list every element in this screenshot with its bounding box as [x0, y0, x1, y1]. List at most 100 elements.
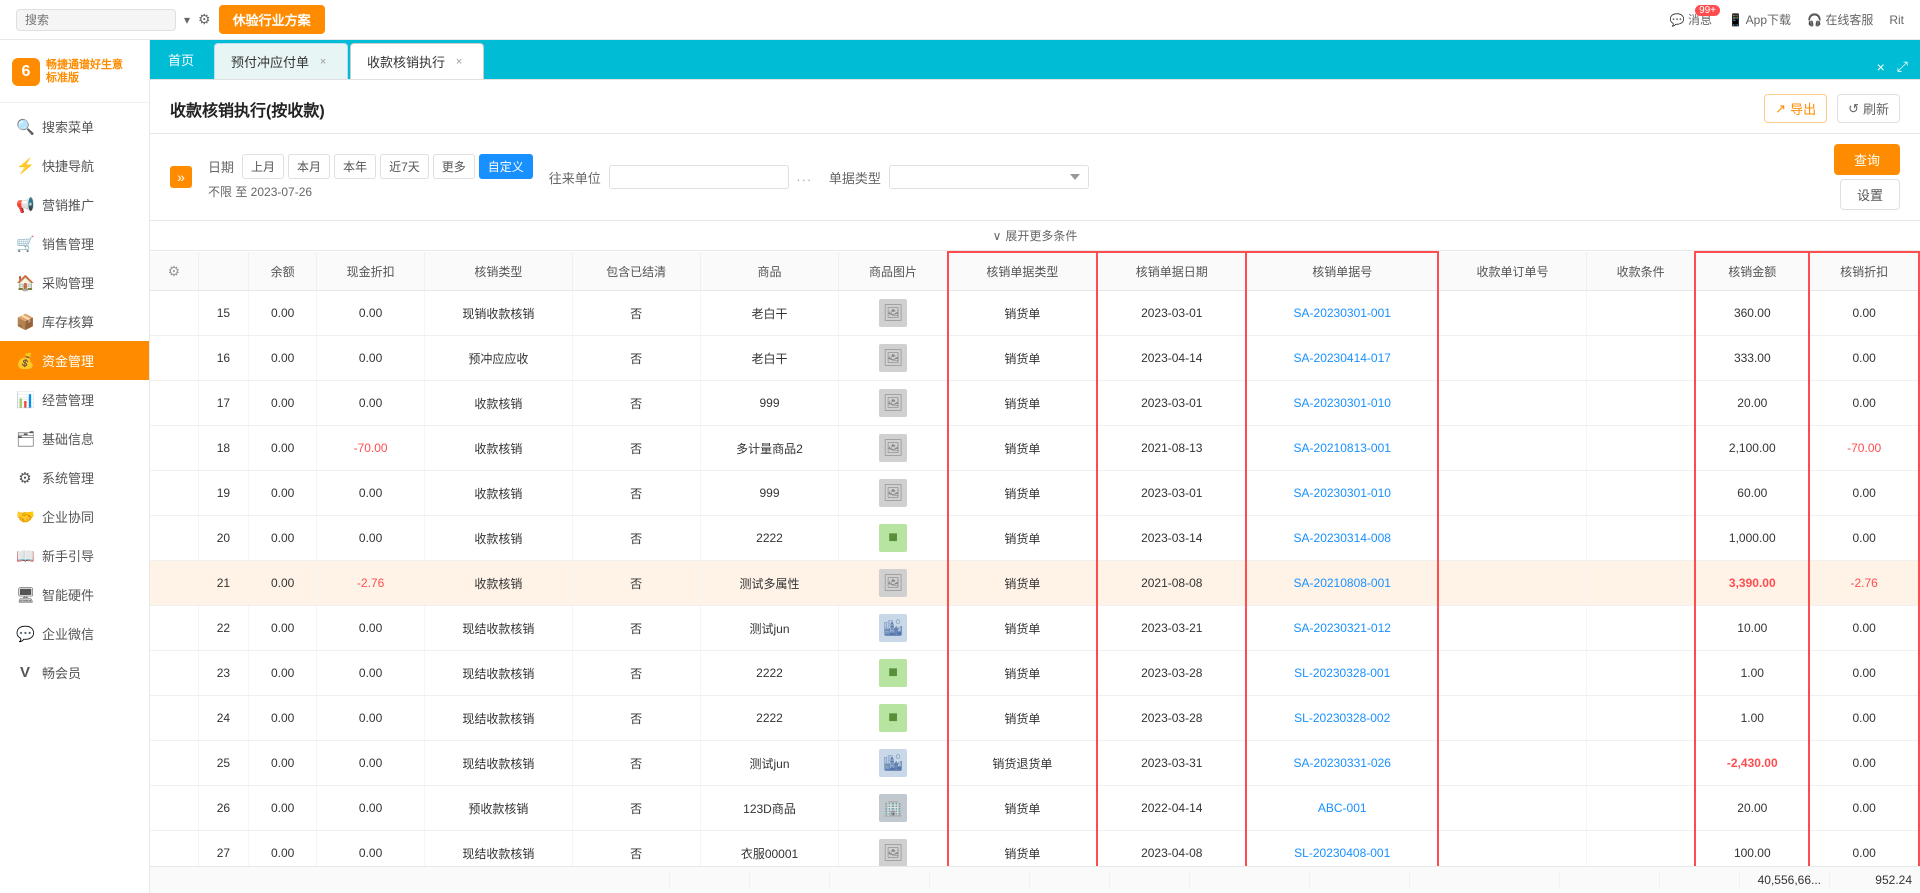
sidebar-item-finance[interactable]: 💰 资金管理 [0, 341, 149, 380]
td-bill-type: 销货单 [948, 516, 1097, 561]
td-checkbox[interactable] [150, 561, 198, 606]
td-seq: 26 [198, 786, 248, 831]
query-btn[interactable]: 查询 [1834, 144, 1900, 175]
date-this-year[interactable]: 本年 [334, 154, 376, 179]
td-checkbox[interactable] [150, 651, 198, 696]
type-select[interactable] [889, 165, 1089, 189]
td-balance: 0.00 [249, 471, 317, 516]
expand-more-btn[interactable]: ∨ 展开更多条件 [993, 227, 1078, 244]
sidebar-item-business[interactable]: 📊 经营管理 [0, 380, 149, 419]
date-last-month[interactable]: 上月 [242, 154, 284, 179]
td-bill-no: SA-20230314-008 [1246, 516, 1438, 561]
notification-btn[interactable]: 💬 消息 99+ [1670, 11, 1712, 28]
sidebar-item-wechat[interactable]: 💬 企业微信 [0, 614, 149, 653]
user-info[interactable]: Rit [1889, 13, 1904, 27]
td-checkbox[interactable] [150, 291, 198, 336]
sidebar-item-basic[interactable]: 🗂 基础信息 [0, 419, 149, 458]
td-bill-type: 销货单 [948, 426, 1097, 471]
bill-no-link[interactable]: SL-20230408-001 [1294, 846, 1390, 860]
td-include-settled: 否 [572, 606, 700, 651]
sidebar-item-label: 搜索菜单 [42, 117, 94, 136]
td-product-image: 🖼 [839, 561, 948, 606]
td-writeoff-discount: 0.00 [1809, 651, 1919, 696]
th-bill-no: 核销单据号 [1246, 252, 1438, 291]
tab-writeoff[interactable]: 收款核销执行 × [350, 43, 484, 79]
td-include-settled: 否 [572, 336, 700, 381]
th-bill-date: 核销单据日期 [1097, 252, 1246, 291]
td-product-image: ■ [839, 651, 948, 696]
sidebar-item-purchase[interactable]: 🏠 采购管理 [0, 263, 149, 302]
bill-no-link[interactable]: SA-20230301-010 [1294, 486, 1391, 500]
settings-btn[interactable]: 设置 [1840, 179, 1900, 210]
th-seq [198, 252, 248, 291]
bill-no-link[interactable]: SA-20230331-026 [1294, 756, 1391, 770]
sidebar-item-label: 企业微信 [42, 624, 94, 643]
tab-prepay[interactable]: 预付冲应付单 × [214, 43, 348, 79]
td-bill-type: 销货单 [948, 561, 1097, 606]
td-checkbox[interactable] [150, 516, 198, 561]
td-bill-no: SL-20230328-001 [1246, 651, 1438, 696]
td-checkbox[interactable] [150, 741, 198, 786]
date-custom[interactable]: 自定义 [479, 154, 533, 179]
td-product-image: ■ [839, 696, 948, 741]
industry-btn[interactable]: 休验行业方案 [219, 5, 325, 34]
search-input[interactable] [16, 9, 176, 31]
unit-input[interactable] [609, 165, 789, 189]
td-seq: 20 [198, 516, 248, 561]
bill-no-link[interactable]: SA-20210813-001 [1294, 441, 1391, 455]
td-writeoff-discount: 0.00 [1809, 291, 1919, 336]
td-writeoff-discount: 0.00 [1809, 606, 1919, 651]
bill-no-link[interactable]: SA-20230414-017 [1294, 351, 1391, 365]
dropdown-icon[interactable]: ▾ [184, 13, 190, 27]
bill-no-link[interactable]: SA-20230314-008 [1294, 531, 1391, 545]
sidebar-item-guide[interactable]: 📖 新手引导 [0, 536, 149, 575]
td-checkbox[interactable] [150, 606, 198, 651]
td-checkbox[interactable] [150, 426, 198, 471]
td-checkbox[interactable] [150, 696, 198, 741]
td-bill-type: 销货退货单 [948, 741, 1097, 786]
bill-no-link[interactable]: SL-20230328-002 [1294, 711, 1390, 725]
sidebar-item-quick-nav[interactable]: ⚡ 快捷导航 [0, 146, 149, 185]
tab-close-prepay[interactable]: × [315, 54, 331, 70]
td-seq: 23 [198, 651, 248, 696]
online-service-btn[interactable]: 🎧 在线客服 [1807, 11, 1873, 28]
bill-no-link[interactable]: SA-20230301-010 [1294, 396, 1391, 410]
date-this-month[interactable]: 本月 [288, 154, 330, 179]
bill-no-link[interactable]: SL-20230328-001 [1294, 666, 1390, 680]
sidebar-item-hardware[interactable]: 🖥 智能硬件 [0, 575, 149, 614]
sidebar-item-corp[interactable]: 🤝 企业协同 [0, 497, 149, 536]
sidebar-item-sales[interactable]: 🛒 销售管理 [0, 224, 149, 263]
app-download-btn[interactable]: 📱 App下载 [1728, 11, 1791, 28]
sidebar-item-search[interactable]: 🔍 搜索菜单 [0, 107, 149, 146]
maximize-btn[interactable]: ⤢ [1893, 54, 1912, 79]
tab-home[interactable]: 首页 [150, 40, 212, 79]
close-all-btn[interactable]: × [1873, 55, 1889, 79]
td-writeoff-discount: 0.00 [1809, 336, 1919, 381]
bill-no-link[interactable]: SA-20210808-001 [1294, 576, 1391, 590]
td-bill-no: SL-20230328-002 [1246, 696, 1438, 741]
th-settings[interactable]: ⚙ [150, 252, 198, 291]
td-bill-no: SA-20230321-012 [1246, 606, 1438, 651]
date-more[interactable]: 更多 [433, 154, 475, 179]
gear-icon[interactable]: ⚙ [198, 11, 211, 28]
member-icon: V [16, 664, 34, 681]
refresh-btn[interactable]: ↺ 刷新 [1837, 94, 1900, 123]
td-receipt-terms [1587, 291, 1696, 336]
sidebar-item-inventory[interactable]: 📦 库存核算 [0, 302, 149, 341]
bill-no-link[interactable]: ABC-001 [1318, 801, 1367, 815]
td-bill-type: 销货单 [948, 786, 1097, 831]
bill-no-link[interactable]: SA-20230301-001 [1294, 306, 1391, 320]
td-checkbox[interactable] [150, 336, 198, 381]
sidebar-item-marketing[interactable]: 📢 营销推广 [0, 185, 149, 224]
export-btn[interactable]: ↗ 导出 [1764, 94, 1827, 123]
td-checkbox[interactable] [150, 471, 198, 516]
sidebar-item-member[interactable]: V 畅会员 [0, 653, 149, 692]
tab-close-writeoff[interactable]: × [451, 54, 467, 70]
date-7days[interactable]: 近7天 [380, 154, 429, 179]
bill-no-link[interactable]: SA-20230321-012 [1294, 621, 1391, 635]
td-checkbox[interactable] [150, 381, 198, 426]
sidebar-item-system[interactable]: ⚙ 系统管理 [0, 458, 149, 497]
filter-toggle-btn[interactable]: » [170, 166, 192, 188]
table-row: 26 0.00 0.00 预收款核销 否 123D商品 🏢 销货单 2022-0… [150, 786, 1919, 831]
td-checkbox[interactable] [150, 786, 198, 831]
